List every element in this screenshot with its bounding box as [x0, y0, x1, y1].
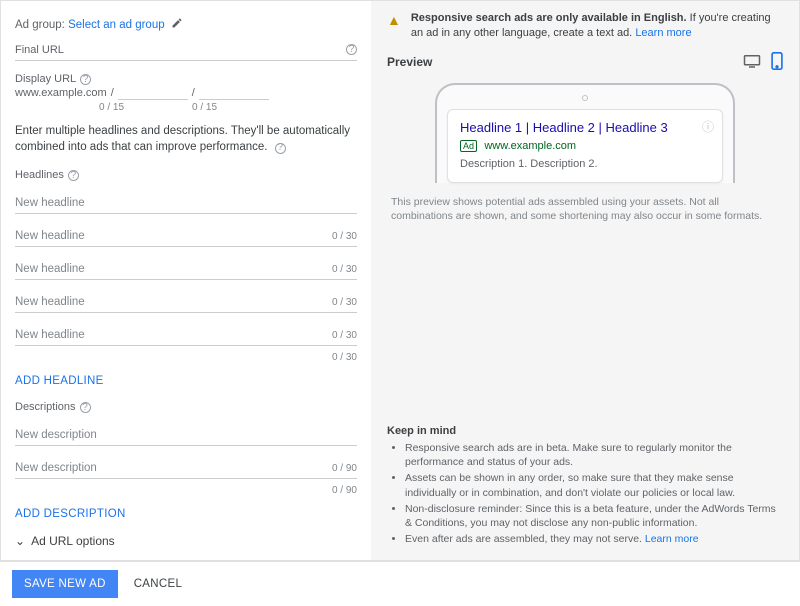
ad-url-options-toggle[interactable]: ⌄ Ad URL options: [15, 534, 357, 548]
final-url-field[interactable]: Final URL ?: [15, 44, 357, 61]
description-input[interactable]: New description: [15, 427, 357, 446]
ad-group-label: Ad group:: [15, 19, 65, 31]
preview-title: Preview: [387, 55, 432, 69]
ad-badge: Ad: [460, 140, 477, 152]
footer-bar: SAVE NEW AD CANCEL: [0, 561, 800, 606]
ad-url: www.example.com: [484, 140, 576, 152]
description-counter: 0 / 90: [15, 485, 357, 496]
ad-description: Description 1. Description 2.: [460, 158, 710, 170]
add-description-button[interactable]: ADD DESCRIPTION: [15, 508, 357, 520]
descriptions-label: Descriptions ?: [15, 401, 357, 413]
keep-in-mind-section: Keep in mind Responsive search ads are i…: [387, 425, 783, 548]
cancel-button[interactable]: CANCEL: [134, 578, 182, 590]
headline-input[interactable]: New headline: [15, 195, 357, 214]
path2-input[interactable]: [199, 87, 269, 100]
learn-more-link[interactable]: Learn more: [645, 533, 699, 545]
path1-input[interactable]: [118, 87, 188, 100]
path2-counter: 0 / 15: [192, 102, 217, 113]
description-input[interactable]: New description 0 / 90: [15, 460, 357, 479]
display-url-base: www.example.com: [15, 87, 107, 99]
desktop-icon[interactable]: [743, 54, 761, 71]
select-ad-group-link[interactable]: Select an ad group: [68, 19, 165, 31]
path1-counter: 0 / 15: [99, 102, 124, 113]
display-url-label: Display URL: [15, 73, 76, 85]
help-icon[interactable]: ?: [80, 402, 91, 413]
list-item: Assets can be shown in any order, so mak…: [405, 471, 783, 499]
add-headline-button[interactable]: ADD HEADLINE: [15, 375, 357, 387]
preview-panel: ▲ Responsive search ads are only availab…: [371, 1, 799, 560]
ad-headline: Headline 1 | Headline 2 | Headline 3: [460, 120, 710, 135]
keep-in-mind-title: Keep in mind: [387, 425, 783, 437]
headlines-label: Headlines ?: [15, 169, 357, 181]
info-icon: ⓘ: [702, 118, 714, 135]
mobile-preview-frame: ⓘ Headline 1 | Headline 2 | Headline 3 A…: [435, 83, 735, 183]
list-item: Responsive search ads are in beta. Make …: [405, 441, 783, 469]
headline-input[interactable]: New headline 0 / 30: [15, 327, 357, 346]
learn-more-link[interactable]: Learn more: [635, 27, 691, 39]
list-item: Non-disclosure reminder: Since this is a…: [405, 502, 783, 530]
help-icon[interactable]: ?: [346, 44, 357, 55]
headline-counter: 0 / 30: [15, 352, 357, 363]
final-url-label: Final URL: [15, 44, 64, 56]
help-icon[interactable]: ?: [68, 170, 79, 181]
headline-input[interactable]: New headline 0 / 30: [15, 261, 357, 280]
edit-icon[interactable]: [171, 17, 183, 32]
warning-banner: ▲ Responsive search ads are only availab…: [387, 11, 783, 42]
help-icon[interactable]: ?: [80, 74, 91, 85]
list-item: Even after ads are assembled, they may n…: [405, 532, 783, 546]
ad-group-row: Ad group: Select an ad group: [15, 17, 357, 32]
save-button[interactable]: SAVE NEW AD: [12, 570, 118, 598]
help-icon[interactable]: ?: [275, 143, 286, 154]
headline-input[interactable]: New headline 0 / 30: [15, 228, 357, 247]
instruction-text: Enter multiple headlines and description…: [15, 123, 357, 155]
mobile-icon[interactable]: [771, 52, 783, 73]
display-url-field: Display URL ? www.example.com / / 0 / 15…: [15, 73, 357, 113]
ad-preview-card: ⓘ Headline 1 | Headline 2 | Headline 3 A…: [447, 109, 723, 183]
headline-input[interactable]: New headline 0 / 30: [15, 294, 357, 313]
chevron-down-icon: ⌄: [15, 534, 25, 548]
editor-panel: Ad group: Select an ad group Final URL ?…: [1, 1, 371, 560]
speaker-icon: [582, 95, 588, 101]
warning-icon: ▲: [387, 11, 401, 42]
preview-note: This preview shows potential ads assembl…: [387, 195, 783, 224]
